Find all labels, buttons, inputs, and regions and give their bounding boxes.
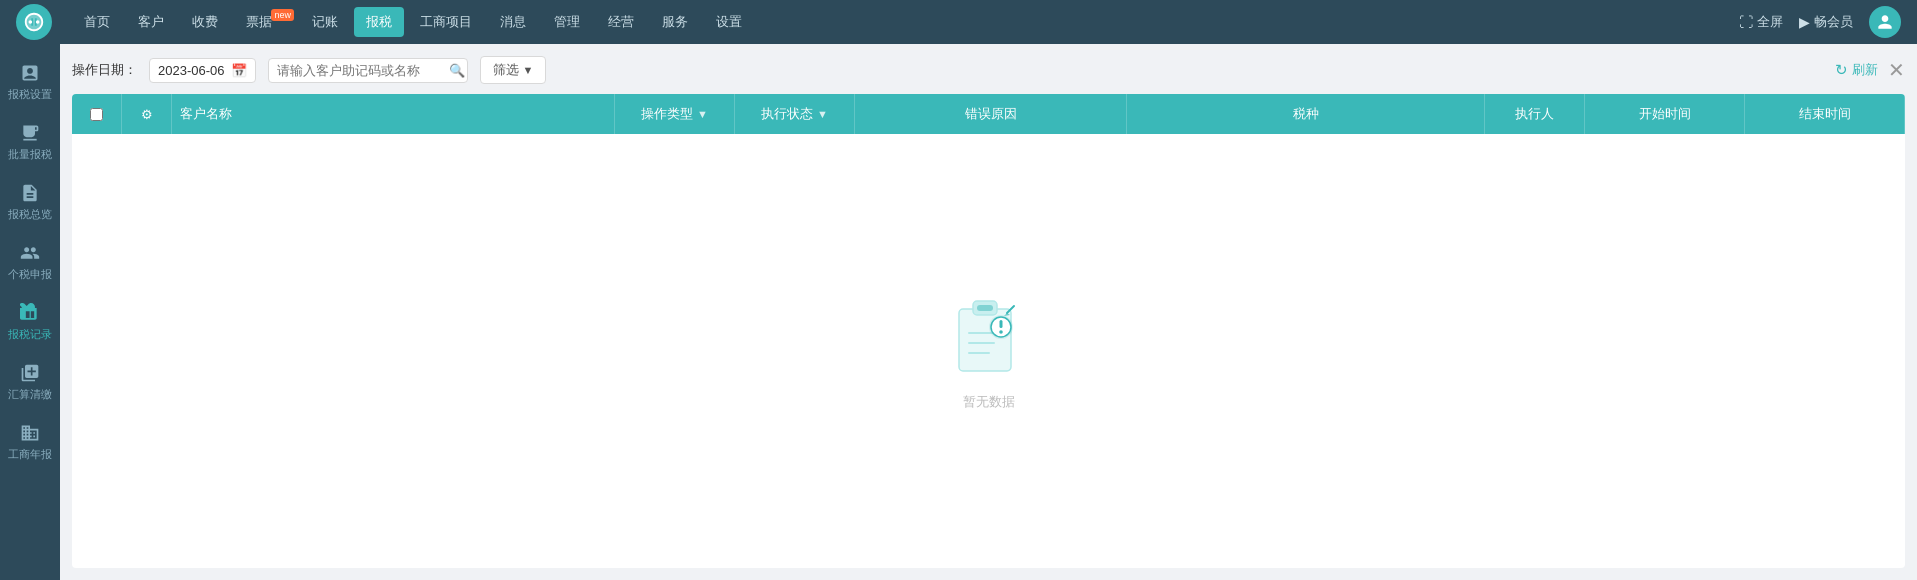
th-op-type: 操作类型 ▼ bbox=[615, 94, 735, 134]
sidebar-label-settlement: 汇算清缴 bbox=[8, 387, 52, 402]
nav-business[interactable]: 工商项目 bbox=[408, 7, 484, 37]
sidebar-item-tax-overview[interactable]: 报税总览 bbox=[0, 172, 60, 232]
sidebar-item-tax-settings[interactable]: 报税设置 bbox=[0, 52, 60, 112]
table-header: ⚙ 客户名称 操作类型 ▼ 执行状态 ▼ 错误原因 税种 bbox=[72, 94, 1905, 134]
sidebar-label-tax-overview: 报税总览 bbox=[8, 207, 52, 222]
filter-button[interactable]: 筛选 ▼ bbox=[480, 56, 547, 84]
new-badge: new bbox=[271, 9, 294, 21]
sidebar-item-batch-tax[interactable]: 批量报税 bbox=[0, 112, 60, 172]
nav-message[interactable]: 消息 bbox=[488, 7, 538, 37]
sidebar-item-settlement[interactable]: 汇算清缴 bbox=[0, 352, 60, 412]
th-exec-status: 执行状态 ▼ bbox=[735, 94, 855, 134]
svg-point-1 bbox=[36, 20, 40, 24]
refresh-button[interactable]: ↻ 刷新 bbox=[1835, 61, 1878, 79]
app-logo[interactable] bbox=[16, 4, 52, 40]
refresh-label: 刷新 bbox=[1852, 61, 1878, 79]
sidebar-item-annual-report[interactable]: 工商年报 bbox=[0, 412, 60, 472]
annual-report-icon bbox=[19, 422, 41, 444]
nav-bookkeeping[interactable]: 记账 bbox=[300, 7, 350, 37]
th-tax-type: 税种 bbox=[1127, 94, 1485, 134]
sidebar-label-personal-tax: 个税申报 bbox=[8, 267, 52, 282]
nav-service[interactable]: 服务 bbox=[650, 7, 700, 37]
svg-rect-4 bbox=[977, 305, 993, 311]
filter-chevron-icon: ▼ bbox=[523, 64, 534, 76]
th-end-time: 结束时间 bbox=[1745, 94, 1905, 134]
select-all-checkbox[interactable] bbox=[90, 108, 103, 121]
filter-icon-exec-status[interactable]: ▼ bbox=[817, 108, 828, 120]
batch-tax-icon bbox=[19, 122, 41, 144]
nav-operation[interactable]: 经营 bbox=[596, 7, 646, 37]
th-client-name: 客户名称 bbox=[172, 94, 615, 134]
th-checkbox[interactable] bbox=[72, 94, 122, 134]
setting-icon: ⚙ bbox=[141, 107, 153, 122]
search-icon[interactable]: 🔍 bbox=[449, 63, 465, 78]
filter-label: 筛选 bbox=[493, 61, 519, 79]
search-input[interactable] bbox=[277, 63, 445, 78]
sidebar-label-tax-settings: 报税设置 bbox=[8, 87, 52, 102]
sidebar-label-batch-tax: 批量报税 bbox=[8, 147, 52, 162]
date-label: 操作日期： bbox=[72, 61, 137, 79]
empty-text: 暂无数据 bbox=[963, 393, 1015, 411]
personal-tax-icon bbox=[19, 242, 41, 264]
sidebar: 报税设置 批量报税 报税总览 bbox=[0, 44, 60, 580]
th-setting[interactable]: ⚙ bbox=[122, 94, 172, 134]
th-start-time: 开始时间 bbox=[1585, 94, 1745, 134]
empty-illustration bbox=[949, 291, 1029, 381]
nav-ticket[interactable]: 票据 new bbox=[234, 7, 296, 37]
top-nav-right: ⛶ 全屏 ▶ 畅会员 bbox=[1739, 6, 1901, 38]
nav-home[interactable]: 首页 bbox=[72, 7, 122, 37]
tax-overview-icon bbox=[19, 182, 41, 204]
refresh-icon: ↻ bbox=[1835, 61, 1848, 79]
sidebar-label-tax-records: 报税记录 bbox=[8, 327, 52, 342]
th-error-reason: 错误原因 bbox=[855, 94, 1128, 134]
nav-settings[interactable]: 设置 bbox=[704, 7, 754, 37]
member-btn[interactable]: ▶ 畅会员 bbox=[1799, 13, 1853, 31]
main-layout: 报税设置 批量报税 报税总览 bbox=[0, 44, 1917, 580]
avatar[interactable] bbox=[1869, 6, 1901, 38]
content-area: 操作日期： 2023-06-06 📅 🔍 筛选 ▼ ↻ 刷新 ✕ bbox=[60, 44, 1917, 580]
nav-manage[interactable]: 管理 bbox=[542, 7, 592, 37]
svg-rect-10 bbox=[999, 320, 1002, 328]
table-container: ⚙ 客户名称 操作类型 ▼ 执行状态 ▼ 错误原因 税种 bbox=[72, 94, 1905, 568]
table-body-empty: 暂无数据 bbox=[72, 134, 1905, 568]
nav-items: 首页 客户 收费 票据 new 记账 报税 工商项目 消息 管理 经营 服务 设… bbox=[72, 7, 1739, 37]
nav-client[interactable]: 客户 bbox=[126, 7, 176, 37]
svg-point-0 bbox=[29, 20, 33, 24]
svg-point-11 bbox=[999, 330, 1003, 334]
tax-settings-icon bbox=[19, 62, 41, 84]
date-picker[interactable]: 2023-06-06 📅 bbox=[149, 58, 256, 83]
toolbar-right: ↻ 刷新 ✕ bbox=[1835, 58, 1905, 82]
top-nav: 首页 客户 收费 票据 new 记账 报税 工商项目 消息 管理 经营 服务 设… bbox=[0, 0, 1917, 44]
calendar-icon: 📅 bbox=[231, 63, 247, 78]
fullscreen-btn[interactable]: ⛶ 全屏 bbox=[1739, 13, 1783, 31]
sidebar-item-personal-tax[interactable]: 个税申报 bbox=[0, 232, 60, 292]
date-value: 2023-06-06 bbox=[158, 63, 225, 78]
close-button[interactable]: ✕ bbox=[1888, 58, 1905, 82]
nav-fee[interactable]: 收费 bbox=[180, 7, 230, 37]
th-executor: 执行人 bbox=[1485, 94, 1585, 134]
settlement-icon bbox=[19, 362, 41, 384]
sidebar-item-tax-records[interactable]: 报税记录 bbox=[0, 292, 60, 352]
filter-icon-op-type[interactable]: ▼ bbox=[697, 108, 708, 120]
search-box: 🔍 bbox=[268, 58, 468, 83]
sidebar-label-annual-report: 工商年报 bbox=[8, 447, 52, 462]
tax-records-icon bbox=[19, 302, 41, 324]
nav-tax[interactable]: 报税 bbox=[354, 7, 404, 37]
toolbar: 操作日期： 2023-06-06 📅 🔍 筛选 ▼ ↻ 刷新 ✕ bbox=[72, 56, 1905, 84]
